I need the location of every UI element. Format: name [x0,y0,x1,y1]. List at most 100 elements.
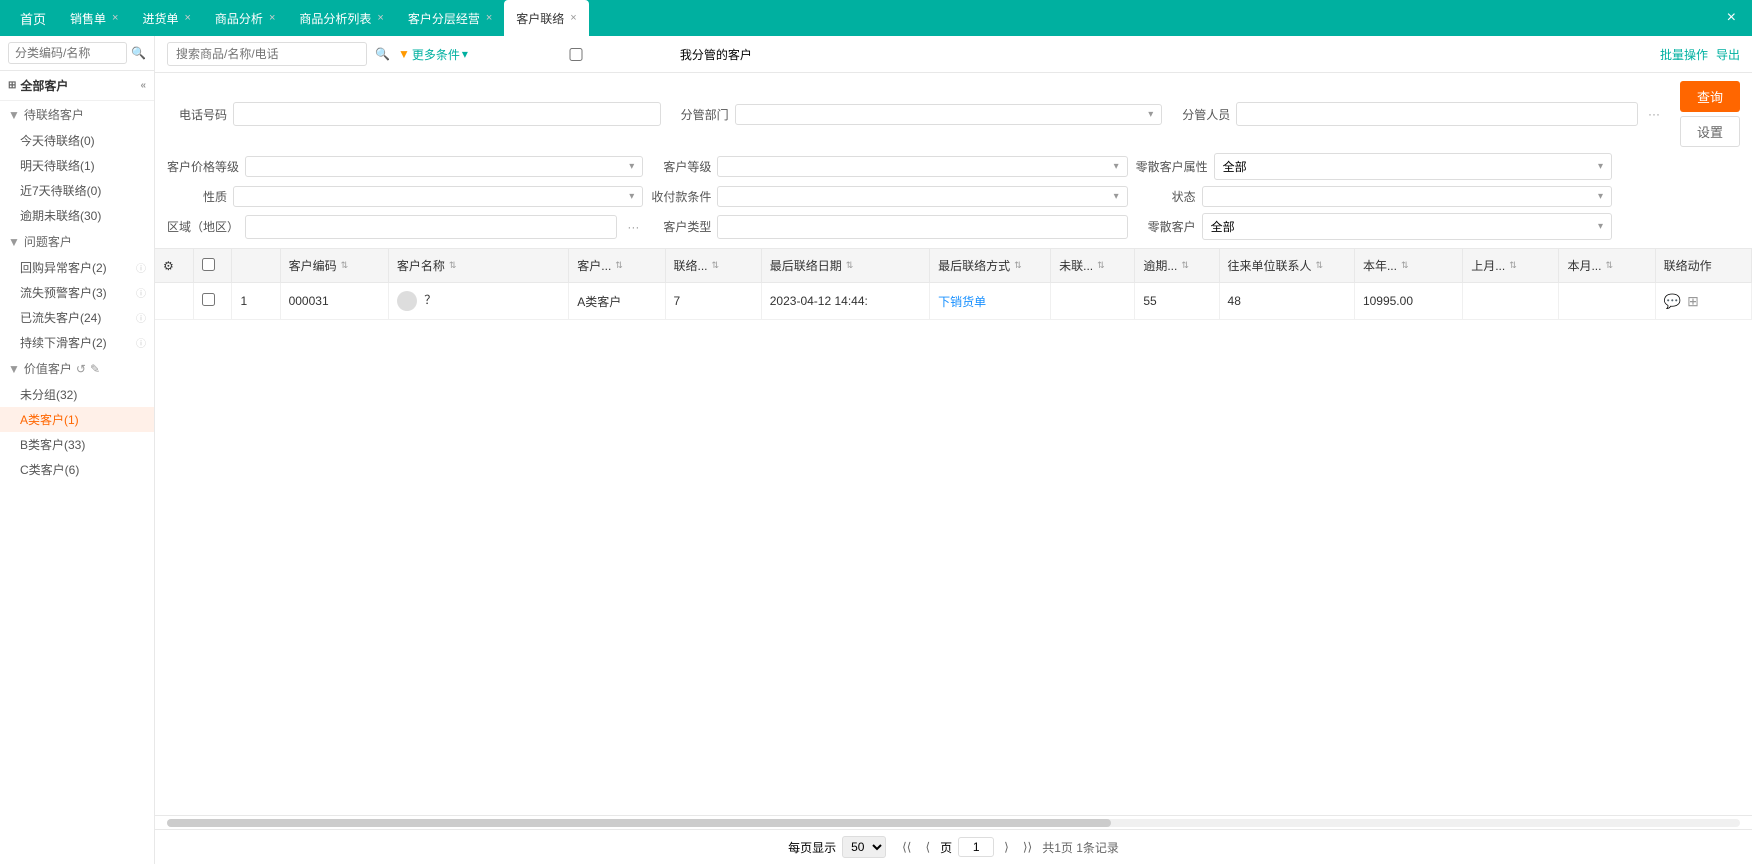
cust-grade-select[interactable]: ▾ [717,156,1127,177]
th-code[interactable]: 客户编码 ⇅ [280,249,388,283]
nav-item-sales[interactable]: 销售单 × [58,0,130,36]
th-settings[interactable]: ⚙ [155,249,193,283]
sidebar-group-value[interactable]: ▼ 价值客户 ↺ ✎ [0,355,154,382]
th-name[interactable]: 客户名称 ⇅ [388,249,568,283]
sidebar-all-customers[interactable]: ⊞ 全部客户 « [0,71,154,101]
refresh-icon[interactable]: ↺ [76,362,86,376]
sidebar-item-loss-warning[interactable]: 流失预警客户(3) ⓘ [0,280,154,305]
page-number-input[interactable] [958,837,994,857]
status-select[interactable]: ▾ [1202,186,1612,207]
th-this-month[interactable]: 本月... ⇅ [1559,249,1655,283]
search-button[interactable]: 🔍 [375,47,390,61]
th-grade[interactable]: 客户... ⇅ [569,249,665,283]
person-input[interactable] [1236,102,1638,126]
export-button[interactable]: 导出 [1716,46,1740,63]
my-customer-checkbox-label[interactable]: 我分管的客户 [476,46,752,63]
sidebar-item-a-class[interactable]: A类客户(1) [0,407,154,432]
phone-input[interactable] [233,102,661,126]
more-filters-button[interactable]: ▼ 更多条件 ▾ [398,46,468,63]
sidebar-item-today[interactable]: 今天待联络(0) [0,128,154,153]
horizontal-scrollbar[interactable] [155,815,1752,829]
th-no-contact[interactable]: 未联... ⇅ [1051,249,1135,283]
filter-bar: 🔍 ▼ 更多条件 ▾ 我分管的客户 批量操作 导出 [155,36,1752,73]
person-dots-icon[interactable]: ··· [1644,107,1664,121]
nav-close-purchase[interactable]: × [184,12,190,24]
chat-action-icon[interactable]: 💬 [1664,293,1681,310]
th-unit-contact[interactable]: 往来单位联系人 ⇅ [1219,249,1354,283]
th-name-sort: ⇅ [449,260,457,271]
sidebar-item-lost[interactable]: 已流失客户(24) ⓘ [0,305,154,330]
row-checkbox[interactable] [202,293,215,306]
payment-select[interactable]: ▾ [717,186,1127,207]
edit-group-icon[interactable]: ✎ [90,362,100,376]
nav-home[interactable]: 首页 [8,0,58,36]
scatter-attr-select[interactable]: 全部 ▾ [1214,153,1612,180]
scatter-cust-select[interactable]: 全部 ▾ [1202,213,1612,240]
sidebar-item-b-class[interactable]: B类客户(33) [0,432,154,457]
sidebar-group-pending[interactable]: ▼ 待联络客户 [0,101,154,128]
query-button[interactable]: 查询 [1680,81,1740,112]
th-check[interactable] [193,249,231,283]
prev-page-button[interactable]: ⟨ [921,838,934,856]
row-check[interactable] [193,283,231,320]
last-page-button[interactable]: ⟩⟩ [1019,838,1036,856]
nav-item-purchase[interactable]: 进货单 × [130,0,202,36]
nav-item-analysis[interactable]: 商品分析 × [203,0,287,36]
sidebar-item-abnormal[interactable]: 回购异常客户(2) ⓘ [0,255,154,280]
nav-close-customer-mgmt[interactable]: × [486,12,492,24]
window-close-icon[interactable]: × [1719,9,1744,27]
first-page-button[interactable]: ⟨⟨ [898,838,915,856]
nav-item-customer-mgmt[interactable]: 客户分层经营 × [396,0,504,36]
th-overdue[interactable]: 逾期... ⇅ [1135,249,1219,283]
cust-type-input[interactable] [717,215,1127,239]
th-last-month[interactable]: 上月... ⇅ [1463,249,1559,283]
th-contact[interactable]: 联络... ⇅ [665,249,761,283]
row-code: 000031 [280,283,388,320]
nav-close-customer-contact[interactable]: × [570,12,576,24]
group-label-problem: 问题客户 [24,233,72,250]
sidebar-group-problem[interactable]: ▼ 问题客户 [0,228,154,255]
sidebar-collapse-icon[interactable]: « [140,80,146,91]
person-label: 分管人员 [1170,106,1230,123]
nature-label: 性质 [167,188,227,205]
th-last-month-sort: ⇅ [1509,260,1517,271]
row-last-month [1463,283,1559,320]
search-input[interactable] [167,42,367,66]
per-page-select[interactable]: 50 [842,836,886,858]
sidebar-item-c-class[interactable]: C类客户(6) [0,457,154,482]
th-last-method-sort: ⇅ [1014,260,1022,271]
lost-label: 已流失客户(24) [20,309,101,326]
th-year[interactable]: 本年... ⇅ [1354,249,1462,283]
nav-label-analysis: 商品分析 [215,10,263,27]
sidebar-search-icon[interactable]: 🔍 [131,46,146,60]
sidebar-item-unclassified[interactable]: 未分组(32) [0,382,154,407]
nav-item-analysis-list[interactable]: 商品分析列表 × [287,0,395,36]
nature-select[interactable]: ▾ [233,186,643,207]
next-page-button[interactable]: ⟩ [1000,838,1013,856]
region-input[interactable] [245,215,617,239]
select-all-checkbox[interactable] [202,258,215,271]
settings-button[interactable]: 设置 [1680,116,1740,147]
scrollbar-track [167,819,1740,827]
region-dots-icon[interactable]: ··· [623,220,643,234]
settings-icon[interactable]: ⚙ [163,259,174,273]
sidebar-item-declining[interactable]: 持续下滑客户(2) ⓘ [0,330,154,355]
dept-select[interactable]: ▾ [735,104,1163,125]
my-customer-checkbox[interactable] [476,48,676,61]
sidebar-item-tomorrow[interactable]: 明天待联络(1) [0,153,154,178]
nav-close-sales[interactable]: × [112,12,118,24]
sidebar-item-overdue[interactable]: 逾期未联络(30) [0,203,154,228]
nav-close-analysis-list[interactable]: × [377,12,383,24]
th-last-method[interactable]: 最后联络方式 ⇅ [930,249,1051,283]
nav-item-customer-contact[interactable]: 客户联络 × [504,0,588,36]
link-action-icon[interactable]: ⊞ [1687,293,1699,310]
sidebar-search-input[interactable] [8,42,127,64]
nav-label-customer-mgmt: 客户分层经营 [408,10,480,27]
bulk-ops-button[interactable]: 批量操作 [1660,46,1708,63]
row-last-method[interactable]: 下销货单 [930,283,1051,320]
price-grade-select[interactable]: ▾ [245,156,643,177]
nav-close-analysis[interactable]: × [269,12,275,24]
scrollbar-thumb[interactable] [167,819,1111,827]
sidebar-item-7days[interactable]: 近7天待联络(0) [0,178,154,203]
th-last-date[interactable]: 最后联络日期 ⇅ [761,249,929,283]
